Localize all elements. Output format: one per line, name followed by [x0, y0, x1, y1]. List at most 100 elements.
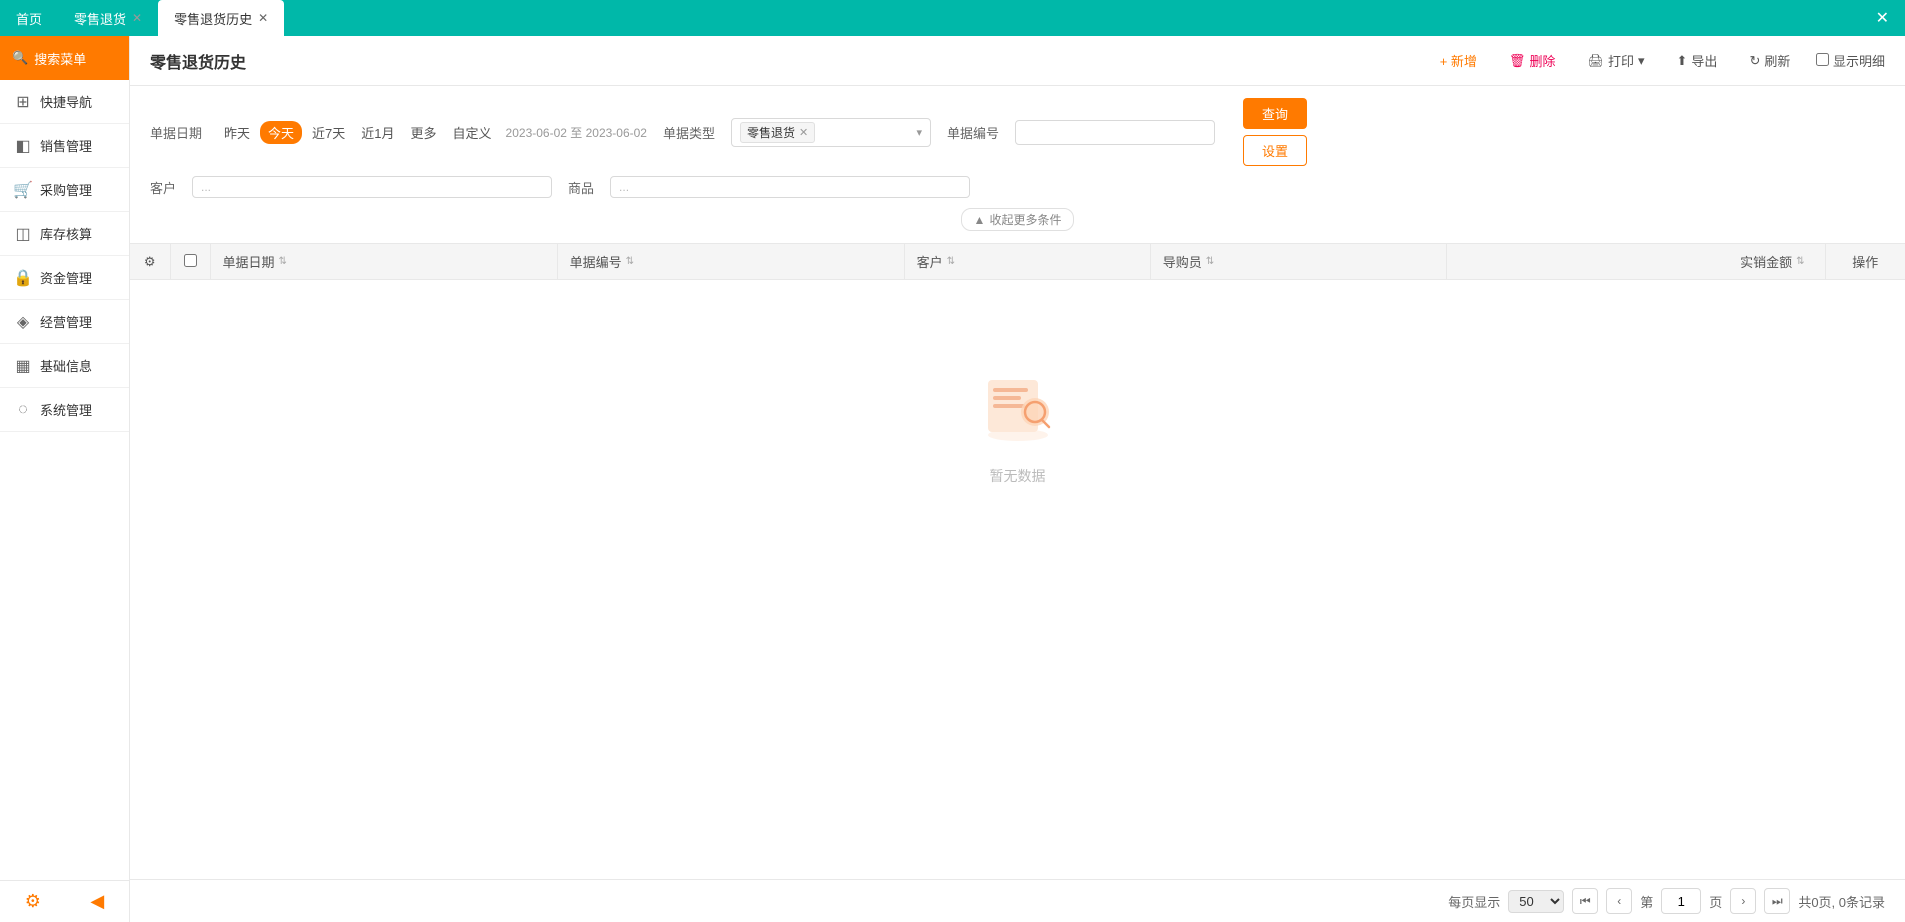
empty-text: 暂无数据 — [990, 466, 1046, 486]
doc-type-tag-close[interactable]: ✕ — [799, 126, 808, 139]
goods-field[interactable]: ... — [610, 176, 970, 198]
sidebar-item-purchase-label: 采购管理 — [40, 180, 92, 199]
th-doc-date[interactable]: 单据日期 ⇅ — [210, 244, 557, 280]
th-settings[interactable]: ⚙ — [130, 244, 170, 280]
collapse-button[interactable]: ▲ 收起更多条件 — [961, 208, 1075, 231]
tab-retail-return-label: 零售退货 — [74, 9, 126, 28]
print-button[interactable]: 🖨 打印 ▾ — [1577, 47, 1654, 74]
next-page-button[interactable]: › — [1730, 888, 1756, 914]
tab-retail-return-close[interactable]: ✕ — [132, 11, 142, 25]
customer-field[interactable]: ... — [192, 176, 552, 198]
select-all-checkbox[interactable] — [184, 254, 197, 267]
sidebar-item-purchase-mgmt[interactable]: 🛒 采购管理 — [0, 168, 129, 212]
goods-placeholder: ... — [619, 180, 629, 194]
settings-bottom-icon[interactable]: ⚙ — [25, 891, 41, 912]
date-btn-7days[interactable]: 近7天 — [306, 121, 351, 144]
export-button[interactable]: ⬆ 导出 — [1667, 47, 1728, 74]
print-icon: 🖨 — [1587, 53, 1604, 69]
date-btn-1month[interactable]: 近1月 — [355, 121, 400, 144]
table-body: 暂无数据 — [130, 280, 1905, 567]
sidebar-item-quick-nav-label: 快捷导航 — [40, 92, 92, 111]
th-amount-label: 实销金额 — [1740, 252, 1792, 271]
sidebar-item-operations[interactable]: ◈ 经营管理 — [0, 300, 129, 344]
main-layout: 🔍 搜索菜单 ⊞ 快捷导航 ◧ 销售管理 🛒 采购管理 ◫ 库存核算 🔒 资 — [0, 36, 1905, 922]
date-btn-yesterday[interactable]: 昨天 — [218, 121, 256, 144]
th-checkbox[interactable] — [170, 244, 210, 280]
th-amount-sort-icon: ⇅ — [1796, 256, 1804, 267]
sidebar-item-inventory-label: 库存核算 — [40, 224, 92, 243]
page-title: 零售退货历史 — [150, 49, 246, 73]
set-button[interactable]: 设置 — [1243, 135, 1307, 166]
page-input[interactable] — [1661, 888, 1701, 914]
show-detail-label: 显示明细 — [1812, 51, 1885, 70]
sidebar-item-inventory[interactable]: ◫ 库存核算 — [0, 212, 129, 256]
delete-icon: 🗑 — [1509, 53, 1526, 69]
th-customer-sort-icon: ⇅ — [947, 256, 955, 267]
top-bar: 首页 零售退货 ✕ 零售退货历史 ✕ ✕ — [0, 0, 1905, 36]
customer-label: 客户 — [150, 178, 176, 197]
th-guide-sort-icon: ⇅ — [1206, 256, 1214, 267]
tab-retail-return-history-close[interactable]: ✕ — [258, 11, 268, 25]
doc-type-tag-text: 零售退货 — [747, 124, 795, 141]
tab-retail-return-history[interactable]: 零售退货历史 ✕ — [158, 0, 284, 36]
tab-home[interactable]: 首页 — [0, 0, 58, 36]
sidebar-search[interactable]: 🔍 搜索菜单 — [0, 36, 129, 80]
first-page-button[interactable]: ⏮ — [1572, 888, 1598, 914]
table-wrap: ⚙ 单据日期 ⇅ 单据编号 — [130, 244, 1905, 879]
th-doc-date-sort-icon: ⇅ — [279, 256, 287, 267]
th-guide[interactable]: 导购员 ⇅ — [1150, 244, 1447, 280]
empty-state: 暂无数据 — [130, 280, 1905, 566]
sidebar-item-system-label: 系统管理 — [40, 400, 92, 419]
show-detail-text: 显示明细 — [1833, 54, 1885, 69]
sidebar-item-finance[interactable]: 🔒 资金管理 — [0, 256, 129, 300]
th-doc-no-sort-icon: ⇅ — [626, 256, 634, 267]
print-label: 打印 — [1608, 51, 1634, 70]
delete-button[interactable]: 🗑 删除 — [1499, 47, 1566, 74]
date-btn-today[interactable]: 今天 — [260, 121, 302, 144]
doc-type-label: 单据类型 — [663, 123, 715, 142]
table-header-row: ⚙ 单据日期 ⇅ 单据编号 — [130, 244, 1905, 280]
collapse-sidebar-icon[interactable]: ◀ — [90, 891, 104, 912]
sidebar-item-sales-label: 销售管理 — [40, 136, 92, 155]
doc-type-select[interactable]: 零售退货 ✕ ▾ — [731, 118, 931, 147]
refresh-button[interactable]: ↻ 刷新 — [1739, 47, 1800, 74]
doc-no-label: 单据编号 — [947, 123, 999, 142]
page-size-select[interactable]: 20 50 100 — [1508, 890, 1564, 913]
th-customer[interactable]: 客户 ⇅ — [904, 244, 1150, 280]
sidebar-nav: ⊞ 快捷导航 ◧ 销售管理 🛒 采购管理 ◫ 库存核算 🔒 资金管理 ◈ 经营管 — [0, 80, 129, 880]
quick-nav-icon: ⊞ — [14, 93, 32, 111]
sidebar-item-system-mgmt[interactable]: ◌ 系统管理 — [0, 388, 129, 432]
last-page-button[interactable]: ⏭ — [1764, 888, 1790, 914]
page-label: 页 — [1709, 892, 1722, 911]
export-icon: ⬆ — [1677, 53, 1688, 69]
prev-page-button[interactable]: ‹ — [1606, 888, 1632, 914]
data-table: ⚙ 单据日期 ⇅ 单据编号 — [130, 244, 1905, 566]
th-actions: 操作 — [1825, 244, 1905, 280]
th-amount[interactable]: 实销金额 ⇅ — [1447, 244, 1825, 280]
sidebar-item-basic-info[interactable]: ▦ 基础信息 — [0, 344, 129, 388]
empty-illustration — [973, 360, 1063, 450]
date-btn-more[interactable]: 更多 — [405, 121, 443, 144]
page-header: 零售退货历史 + 新增 🗑 删除 🖨 打印 ▾ ⬆ 导出 ↻ — [130, 36, 1905, 86]
date-range-text: 2023-06-02 至 2023-06-02 — [506, 124, 647, 141]
add-button[interactable]: + 新增 — [1430, 47, 1487, 74]
refresh-label: 刷新 — [1764, 51, 1790, 70]
goods-label: 商品 — [568, 178, 594, 197]
sidebar-item-quick-nav[interactable]: ⊞ 快捷导航 — [0, 80, 129, 124]
window-close-icon[interactable]: ✕ — [1876, 8, 1905, 28]
sidebar-item-sales-mgmt[interactable]: ◧ 销售管理 — [0, 124, 129, 168]
filter-area: 单据日期 昨天 今天 近7天 近1月 更多 自定义 2023-06-02 至 2… — [130, 86, 1905, 244]
tab-retail-return[interactable]: 零售退货 ✕ — [58, 0, 158, 36]
print-chevron: ▾ — [1638, 53, 1645, 69]
operations-icon: ◈ — [14, 313, 32, 331]
total-info: 共0页, 0条记录 — [1798, 892, 1885, 911]
collapse-text: 收起更多条件 — [989, 211, 1061, 228]
right-action-btns: 查询 设置 — [1243, 98, 1307, 166]
show-detail-checkbox[interactable] — [1816, 53, 1829, 66]
query-button[interactable]: 查询 — [1243, 98, 1307, 129]
date-btn-custom[interactable]: 自定义 — [447, 121, 498, 144]
doc-no-input[interactable] — [1015, 120, 1215, 145]
tab-home-label: 首页 — [16, 9, 42, 28]
th-doc-no[interactable]: 单据编号 ⇅ — [557, 244, 904, 280]
filter-row-2: 客户 ... 商品 ... — [150, 176, 1885, 198]
